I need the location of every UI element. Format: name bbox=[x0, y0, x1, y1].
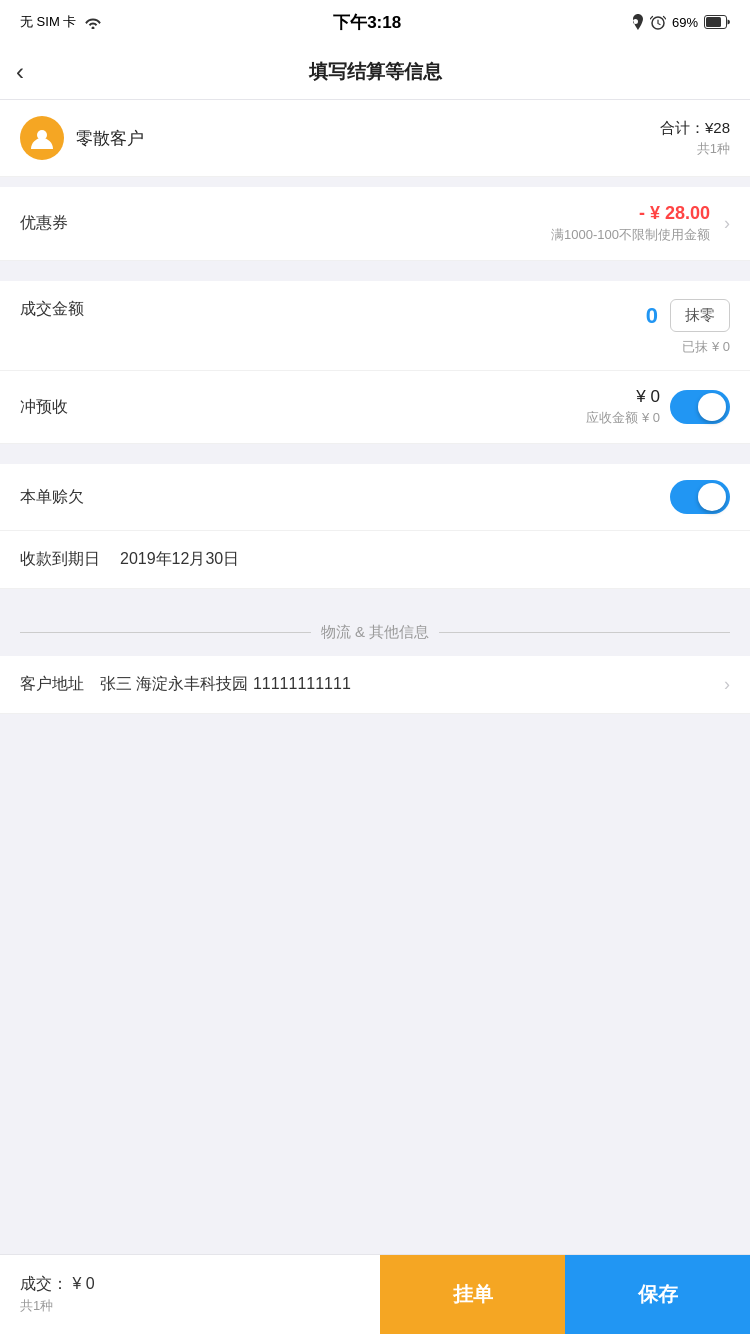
hold-button[interactable]: 挂单 bbox=[380, 1255, 565, 1335]
logistics-divider: 物流 & 其他信息 bbox=[0, 609, 750, 656]
due-date-row: 收款到期日 2019年12月30日 bbox=[0, 531, 750, 589]
customer-section: 零散客户 合计：¥28 共1种 bbox=[0, 100, 750, 177]
address-section: 客户地址 张三 海淀永丰科技园 11111111111 › bbox=[0, 656, 750, 714]
coupon-chevron-icon: › bbox=[724, 213, 730, 234]
transaction-section: 成交金额 0 抹零 已抹 ¥ 0 冲预收 ¥ 0 应收金额 ¥ 0 bbox=[0, 281, 750, 444]
credit-right bbox=[84, 480, 730, 514]
transaction-label: 成交金额 bbox=[20, 299, 84, 320]
content-area: 零散客户 合计：¥28 共1种 优惠券 - ¥ 28.00 满1000-100不… bbox=[0, 100, 750, 824]
divider-line-right bbox=[439, 632, 730, 633]
transaction-row: 成交金额 0 抹零 已抹 ¥ 0 bbox=[0, 281, 750, 371]
status-left: 无 SIM 卡 bbox=[20, 13, 102, 31]
address-chevron-icon: › bbox=[724, 674, 730, 695]
prepay-row: 冲预收 ¥ 0 应收金额 ¥ 0 bbox=[0, 371, 750, 444]
credit-section: 本单赊欠 收款到期日 2019年12月30日 bbox=[0, 464, 750, 589]
prepay-sub: 应收金额 ¥ 0 bbox=[586, 409, 660, 427]
transaction-value[interactable]: 0 bbox=[628, 303, 658, 329]
logistics-label: 物流 & 其他信息 bbox=[321, 623, 429, 642]
customer-avatar bbox=[20, 116, 64, 160]
divider-line-left bbox=[20, 632, 311, 633]
address-value: 张三 海淀永丰科技园 11111111111 bbox=[100, 674, 724, 695]
prepay-toggle[interactable] bbox=[670, 390, 730, 424]
transaction-top: 0 抹零 bbox=[628, 299, 730, 332]
customer-count: 共1种 bbox=[660, 140, 730, 158]
bottom-count: 共1种 bbox=[20, 1297, 360, 1315]
credit-row: 本单赊欠 bbox=[0, 464, 750, 531]
bottom-transaction-label: 成交： bbox=[20, 1275, 68, 1292]
nav-bar: ‹ 填写结算等信息 bbox=[0, 44, 750, 100]
credit-label: 本单赊欠 bbox=[20, 487, 84, 508]
customer-right: 合计：¥28 共1种 bbox=[660, 119, 730, 158]
due-date-value[interactable]: 2019年12月30日 bbox=[120, 549, 239, 570]
status-bar: 无 SIM 卡 下午3:18 69% bbox=[0, 0, 750, 44]
no-sim-text: 无 SIM 卡 bbox=[20, 13, 76, 31]
save-button[interactable]: 保存 bbox=[565, 1255, 750, 1335]
customer-name: 零散客户 bbox=[76, 127, 144, 150]
wifi-icon bbox=[84, 15, 102, 29]
page-title: 填写结算等信息 bbox=[309, 59, 442, 85]
status-time: 下午3:18 bbox=[333, 11, 401, 34]
separator-1 bbox=[0, 271, 750, 281]
bottom-transaction: 成交： ¥ 0 bbox=[20, 1274, 360, 1295]
bottom-transaction-value: ¥ 0 bbox=[72, 1275, 94, 1292]
bottom-bar: 成交： ¥ 0 共1种 挂单 保存 bbox=[0, 1254, 750, 1334]
round-button[interactable]: 抹零 bbox=[670, 299, 730, 332]
location-icon bbox=[632, 14, 644, 30]
prepay-right: ¥ 0 应收金额 ¥ 0 bbox=[68, 387, 730, 427]
due-date-label: 收款到期日 bbox=[20, 549, 100, 570]
coupon-discount-sub: 满1000-100不限制使用金额 bbox=[551, 226, 710, 244]
coupon-discount-amount: - ¥ 28.00 bbox=[551, 203, 710, 224]
credit-toggle[interactable] bbox=[670, 480, 730, 514]
customer-row[interactable]: 零散客户 合计：¥28 共1种 bbox=[0, 100, 750, 177]
prepay-amount: ¥ 0 bbox=[586, 387, 660, 407]
prepay-value-area: ¥ 0 应收金额 ¥ 0 bbox=[586, 387, 660, 427]
alarm-icon bbox=[650, 14, 666, 30]
separator-3 bbox=[0, 599, 750, 609]
coupon-right: - ¥ 28.00 满1000-100不限制使用金额 › bbox=[68, 203, 730, 244]
address-label: 客户地址 bbox=[20, 674, 84, 695]
coupon-label: 优惠券 bbox=[20, 213, 68, 234]
battery-icon bbox=[704, 15, 730, 29]
prepay-label: 冲预收 bbox=[20, 397, 68, 418]
svg-rect-2 bbox=[706, 17, 721, 27]
coupon-section: 优惠券 - ¥ 28.00 满1000-100不限制使用金额 › bbox=[0, 187, 750, 261]
coupon-row[interactable]: 优惠券 - ¥ 28.00 满1000-100不限制使用金额 › bbox=[0, 187, 750, 261]
battery-text: 69% bbox=[672, 15, 698, 30]
customer-left: 零散客户 bbox=[20, 116, 144, 160]
back-button[interactable]: ‹ bbox=[16, 58, 24, 86]
transaction-sub: 已抹 ¥ 0 bbox=[682, 338, 730, 362]
bottom-summary: 成交： ¥ 0 共1种 bbox=[0, 1274, 380, 1315]
separator-2 bbox=[0, 454, 750, 464]
address-row[interactable]: 客户地址 张三 海淀永丰科技园 11111111111 › bbox=[0, 656, 750, 714]
coupon-value-area: - ¥ 28.00 满1000-100不限制使用金额 bbox=[551, 203, 710, 244]
customer-total: 合计：¥28 bbox=[660, 119, 730, 138]
status-right: 69% bbox=[632, 14, 730, 30]
